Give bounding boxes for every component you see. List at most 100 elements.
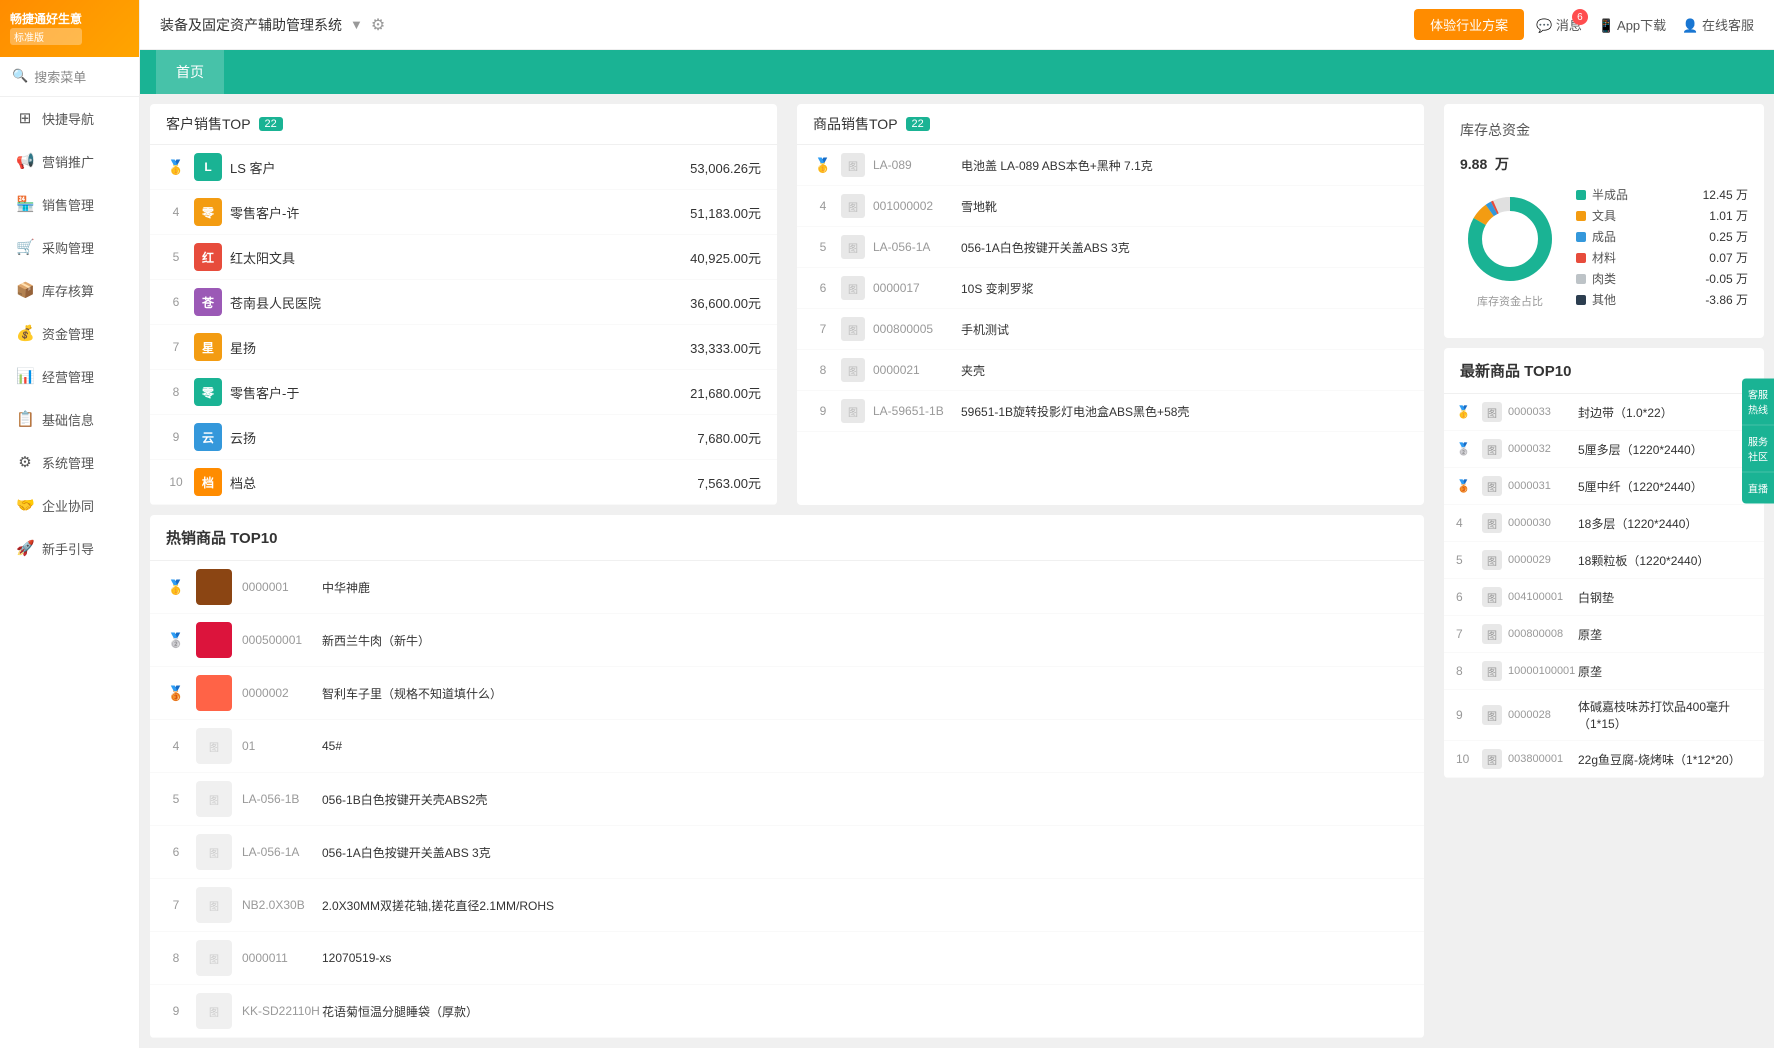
product-code: 0000029 [1508, 554, 1578, 566]
sidebar-item-finance[interactable]: 💰资金管理 [0, 312, 139, 355]
rank-medal: 🥇 [813, 157, 833, 174]
product-thumbnail [196, 569, 232, 605]
enterprise-icon: 🤝 [16, 496, 34, 514]
product-name: 12070519-xs [322, 951, 1408, 965]
cs-community[interactable]: 服务 社区 [1742, 426, 1774, 473]
product-name: 2.0X30MM双搓花轴,搓花直径2.1MM/ROHS [322, 897, 1408, 914]
product-icon: 图 [1482, 661, 1502, 681]
hot-products-card: 热销商品 TOP10 🥇0000001中华神鹿🥈000500001新西兰牛肉（新… [150, 515, 1424, 1038]
customer-amount: 21,680.00元 [690, 383, 761, 402]
product-code: 004100001 [1508, 591, 1578, 603]
sidebar-item-basic-info[interactable]: 📋基础信息 [0, 398, 139, 441]
chart-label: 库存资金占比 [1460, 293, 1560, 309]
product-sale-title: 商品销售TOP [813, 114, 898, 134]
table-row: 9图LA-59651-1B59651-1B旋转投影灯电池盒ABS黑色+58壳 [797, 391, 1424, 432]
product-name: 体碱嘉枝味苏打饮品400毫升（1*15） [1578, 698, 1752, 732]
sidebar-item-guide[interactable]: 🚀新手引导 [0, 527, 139, 570]
message-button[interactable]: 💬 消息 6 [1536, 15, 1582, 34]
rank-number: 7 [166, 898, 186, 912]
legend-color [1576, 253, 1586, 263]
online-service-button[interactable]: 👤 在线客服 [1682, 15, 1754, 34]
list-item: 9图KK-SD22110H花语菊恒温分腿睡袋（厚款） [150, 985, 1424, 1038]
product-name: 花语菊恒温分腿睡袋（厚款） [322, 1003, 1408, 1020]
product-desc: 夹壳 [961, 362, 1408, 379]
sidebar-item-label: 采购管理 [42, 238, 94, 257]
product-code: 0000028 [1508, 709, 1578, 721]
hot-products-list: 🥇0000001中华神鹿🥈000500001新西兰牛肉（新牛）🥉0000002智… [150, 561, 1424, 1038]
product-desc: 电池盖 LA-089 ABS本色+黑种 7.1克 [961, 157, 1408, 174]
sidebar-item-label: 销售管理 [42, 195, 94, 214]
product-code: LA-056-1A [873, 240, 953, 254]
list-item: 🥉0000002智利车子里（规格不知道填什么） [150, 667, 1424, 720]
table-row: 🥇LLS 客户53,006.26元 [150, 145, 777, 190]
rank-number: 10 [1456, 752, 1476, 766]
sidebar-item-system[interactable]: ⚙系统管理 [0, 441, 139, 484]
legend-label: 材料 [1592, 249, 1709, 266]
topbar-settings-icon[interactable]: ⚙ [371, 15, 385, 35]
table-row: 🥇图LA-089电池盖 LA-089 ABS本色+黑种 7.1克 [797, 145, 1424, 186]
sidebar-item-marketing[interactable]: 📢营销推广 [0, 140, 139, 183]
list-item: 🥉图00000315厘中纤（1220*2440） [1444, 468, 1764, 505]
topbar-title: 装备及固定资产辅助管理系统 [160, 15, 342, 35]
topbar-dropdown-icon[interactable]: ▼ [350, 17, 363, 32]
sidebar-item-inventory[interactable]: 📦库存核算 [0, 269, 139, 312]
rank-number: 7 [813, 322, 833, 336]
list-item: 🥈图00000325厘多层（1220*2440） [1444, 431, 1764, 468]
table-row: 6苍苍南县人民医院36,600.00元 [150, 280, 777, 325]
product-sale-header: 商品销售TOP 22 [797, 104, 1424, 145]
product-name: 22g鱼豆腐-烧烤味（1*12*20） [1578, 751, 1752, 768]
sidebar-item-sales[interactable]: 🏪销售管理 [0, 183, 139, 226]
cs-sidebar: 客服 热线 服务 社区 直播 [1742, 379, 1774, 504]
rank-medal: 🥈 [166, 632, 186, 649]
list-item: 🥇图0000033封边带（1.0*22） [1444, 394, 1764, 431]
cs-hotline[interactable]: 客服 热线 [1742, 379, 1774, 426]
message-icon: 💬 [1536, 18, 1552, 33]
product-code: 0000032 [1508, 443, 1578, 455]
rank-number: 9 [166, 430, 186, 444]
legend-item: 文具1.01 万 [1576, 207, 1748, 224]
rank-number: 4 [1456, 516, 1476, 530]
product-icon: 图 [841, 317, 865, 341]
rank-medal: 🥉 [1456, 479, 1476, 493]
trial-button[interactable]: 体验行业方案 [1414, 9, 1524, 40]
service-label: 在线客服 [1702, 18, 1754, 33]
search-menu[interactable]: 🔍 搜索菜单 [0, 57, 139, 97]
rank-number: 4 [166, 205, 186, 219]
sidebar-item-label: 资金管理 [42, 324, 94, 343]
chart-container: 库存资金占比 半成品12.45 万文具1.01 万成品0.25 万材料0.07 … [1460, 186, 1748, 312]
product-name: 智利车子里（规格不知道填什么） [322, 685, 1408, 702]
rank-medal: 🥇 [166, 579, 186, 596]
product-name: 056-1A白色按键开关盖ABS 3克 [322, 844, 1408, 861]
legend-item: 半成品12.45 万 [1576, 186, 1748, 203]
rank-number: 8 [166, 951, 186, 965]
sidebar-item-enterprise[interactable]: 🤝企业协同 [0, 484, 139, 527]
tab-home[interactable]: 首页 [156, 50, 224, 94]
customer-name: 档总 [230, 473, 697, 492]
sidebar-item-operations[interactable]: 📊经营管理 [0, 355, 139, 398]
customer-amount: 33,333.00元 [690, 338, 761, 357]
customer-avatar: L [194, 153, 222, 181]
quick-nav-icon: ⊞ [16, 109, 34, 127]
rank-number: 6 [1456, 590, 1476, 604]
list-item: 7图NB2.0X30B2.0X30MM双搓花轴,搓花直径2.1MM/ROHS [150, 879, 1424, 932]
customer-avatar: 档 [194, 468, 222, 496]
marketing-icon: 📢 [16, 152, 34, 170]
app-download-button[interactable]: 📱 App下载 [1598, 15, 1666, 34]
cs-live[interactable]: 直播 [1742, 473, 1774, 504]
list-item: 4图000003018多层（1220*2440） [1444, 505, 1764, 542]
legend-item: 肉类-0.05 万 [1576, 270, 1748, 287]
rank-number: 9 [166, 1004, 186, 1018]
new-products-card: 最新商品 TOP10 🥇图0000033封边带（1.0*22）🥈图0000032… [1444, 348, 1764, 778]
sidebar-item-label: 新手引导 [42, 539, 94, 558]
search-label: 搜索菜单 [34, 67, 86, 86]
customer-amount: 36,600.00元 [690, 293, 761, 312]
message-badge: 6 [1572, 9, 1588, 25]
product-code: 0000030 [1508, 517, 1578, 529]
customer-amount: 51,183.00元 [690, 203, 761, 222]
rank-medal: 🥈 [1456, 442, 1476, 456]
customer-name: 星扬 [230, 338, 690, 357]
sidebar-item-purchase[interactable]: 🛒采购管理 [0, 226, 139, 269]
product-code: 10000100001 [1508, 665, 1578, 677]
sidebar-item-label: 经营管理 [42, 367, 94, 386]
sidebar-item-quick-nav[interactable]: ⊞快捷导航 [0, 97, 139, 140]
